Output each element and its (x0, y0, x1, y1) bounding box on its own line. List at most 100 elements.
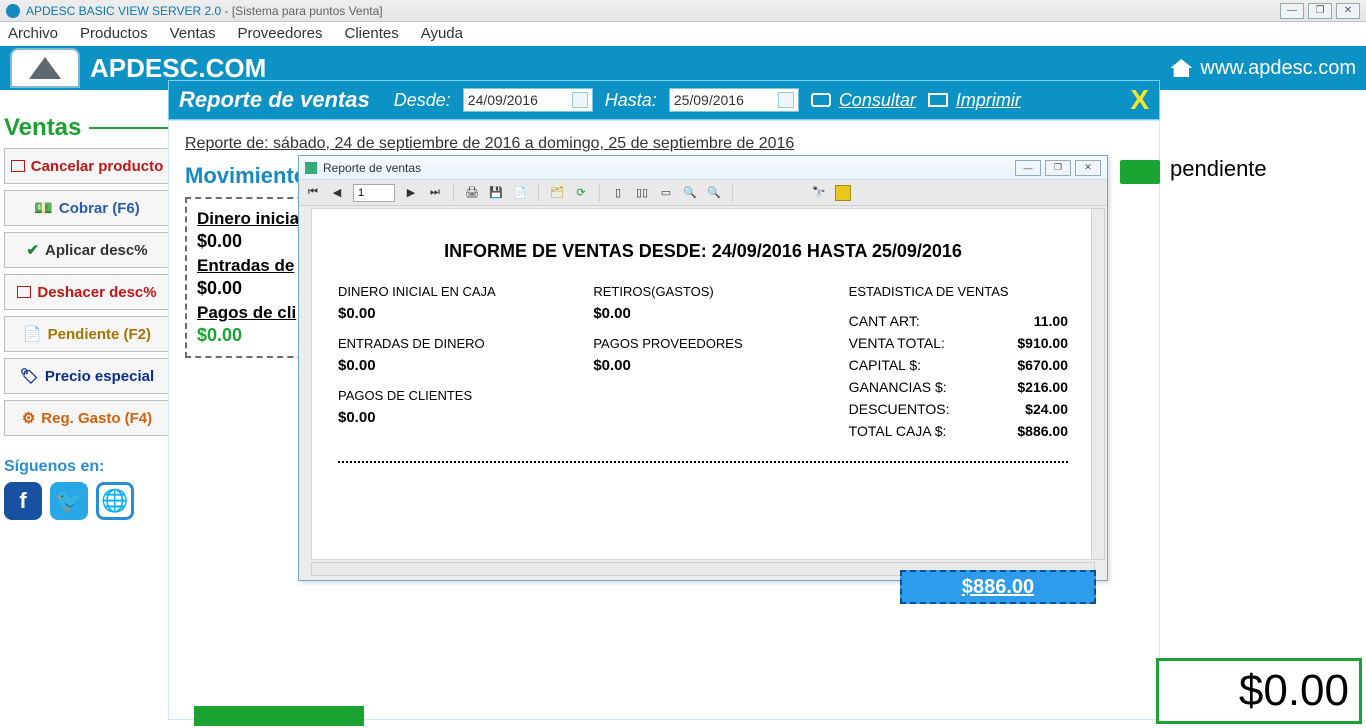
calendar-icon[interactable] (778, 92, 794, 108)
viewer-vertical-scrollbar[interactable] (1091, 208, 1105, 560)
stats-row-key: GANANCIAS $: (849, 379, 947, 395)
col3-title: ESTADISTICA DE VENTAS (849, 284, 1068, 299)
deshacer-desc-button[interactable]: Deshacer desc% (4, 274, 170, 310)
imprimir-link[interactable]: Imprimir (928, 90, 1021, 111)
printer-icon (928, 93, 948, 107)
stats-row-key: VENTA TOTAL: (849, 335, 945, 351)
col1-dinero-inicial-h: DINERO INICIAL EN CAJA (338, 284, 557, 299)
save-icon[interactable]: 💾 (488, 185, 504, 201)
stats-row: CANT ART:11.00 (849, 313, 1068, 329)
col1-dinero-inicial-v: $0.00 (338, 305, 557, 322)
ventas-title-text: Ventas (4, 114, 81, 142)
viewer-title-text: Reporte de ventas (323, 161, 421, 175)
report-title: Reporte de ventas (179, 87, 370, 113)
calendar-icon[interactable] (572, 92, 588, 108)
doc-title: INFORME DE VENTAS DESDE: 24/09/2016 HAST… (338, 241, 1068, 262)
binoculars-icon[interactable]: 🔭 (811, 185, 827, 201)
window-minimize-button[interactable]: — (1280, 3, 1304, 19)
stats-row-value: $24.00 (1025, 401, 1068, 417)
tree-icon[interactable]: 🗂 (549, 185, 565, 201)
app-icon (6, 4, 20, 18)
col1-entradas-v: $0.00 (338, 357, 557, 374)
menu-ventas[interactable]: Ventas (170, 25, 216, 42)
brand-text: APDESC.COM (90, 53, 266, 84)
print-icon[interactable]: 🖨 (464, 185, 480, 201)
consultar-link[interactable]: Consultar (811, 90, 916, 111)
page-width-icon[interactable]: ▭ (658, 185, 674, 201)
menu-proveedores[interactable]: Proveedores (237, 25, 322, 42)
col2-retiros-v: $0.00 (593, 305, 812, 322)
green-peek-bar (1120, 160, 1160, 184)
facebook-icon[interactable]: f (4, 482, 42, 520)
col1-pagos-cli-v: $0.00 (338, 409, 557, 426)
stats-row-key: CANT ART: (849, 313, 920, 329)
col2-pagos-prov-h: PAGOS PROVEEDORES (593, 336, 812, 351)
monitor-icon (811, 93, 831, 107)
zoom-in-icon[interactable]: 🔍 (706, 185, 722, 201)
col1-pagos-cli-h: PAGOS DE CLIENTES (338, 388, 557, 403)
stats-row-value: $910.00 (1017, 335, 1068, 351)
bottom-green-bar (194, 706, 364, 726)
pendiente-label: pendiente (1170, 156, 1267, 182)
viewer-close-button[interactable]: ✕ (1075, 160, 1101, 176)
stats-row: VENTA TOTAL: $910.00 (849, 335, 1068, 351)
window-maximize-button[interactable]: ❐ (1308, 3, 1332, 19)
col2-retiros-h: RETIROS(GASTOS) (593, 284, 812, 299)
cobrar-button[interactable]: 💵Cobrar (F6) (4, 190, 170, 226)
next-page-icon[interactable]: ▶ (403, 185, 419, 201)
col1-entradas-h: ENTRADAS DE DINERO (338, 336, 557, 351)
menu-archivo[interactable]: Archivo (8, 25, 58, 42)
stats-row-key: DESCUENTOS: (849, 401, 950, 417)
page-multi-icon[interactable]: ▯▯ (634, 185, 650, 201)
col2-pagos-prov-v: $0.00 (593, 357, 812, 374)
viewer-titlebar: Reporte de ventas — ❐ ✕ (299, 156, 1107, 180)
cancelar-producto-button[interactable]: Cancelar producto (4, 148, 170, 184)
twitter-icon[interactable]: 🐦 (50, 482, 88, 520)
last-page-icon[interactable]: ⏭ (427, 185, 443, 201)
window-title-suffix: - [Sistema para puntos Venta] (221, 4, 382, 18)
reg-gasto-button[interactable]: ⚙Reg. Gasto (F4) (4, 400, 170, 436)
window-title: APDESC BASIC VIEW SERVER 2.0 - [Sistema … (26, 4, 383, 18)
report-header-panel: Reporte de ventas Desde: 24/09/2016 Hast… (168, 80, 1160, 120)
menu-clientes[interactable]: Clientes (345, 25, 399, 42)
first-page-icon[interactable]: ⏮ (305, 185, 321, 201)
home-icon (1170, 59, 1192, 77)
social-row: f 🐦 🌐 (4, 482, 172, 520)
refresh-icon[interactable]: ⟳ (573, 185, 589, 201)
brand-site-link[interactable]: www.apdesc.com (1200, 57, 1356, 80)
dotted-divider (338, 461, 1068, 463)
page-single-icon[interactable]: ▯ (610, 185, 626, 201)
pendiente-button[interactable]: 📄Pendiente (F2) (4, 316, 170, 352)
viewer-document[interactable]: INFORME DE VENTAS DESDE: 24/09/2016 HAST… (311, 208, 1095, 560)
precio-especial-button[interactable]: 🏷Precio especial (4, 358, 170, 394)
ventas-title: Ventas (4, 114, 172, 142)
panel-close-button[interactable]: X (1130, 84, 1149, 116)
copy-icon[interactable]: 📄 (512, 185, 528, 201)
window-close-button[interactable]: ✕ (1336, 3, 1360, 19)
aplicar-desc-button[interactable]: ✔Aplicar desc% (4, 232, 170, 268)
hasta-date-input[interactable]: 25/09/2016 (669, 88, 799, 112)
follow-label: Síguenos en: (4, 458, 172, 476)
zoom-out-icon[interactable]: 🔍 (682, 185, 698, 201)
highlighted-total: $886.00 (900, 570, 1096, 604)
prev-page-icon[interactable]: ◀ (329, 185, 345, 201)
viewer-toolbar: ⏮ ◀ ▶ ⏭ 🖨 💾 📄 🗂 ⟳ ▯ ▯▯ ▭ 🔍 🔍 🔭 (299, 180, 1107, 206)
viewer-maximize-button[interactable]: ❐ (1045, 160, 1071, 176)
desde-date-input[interactable]: 24/09/2016 (463, 88, 593, 112)
report-caption: Reporte de: sábado, 24 de septiembre de … (185, 135, 1147, 153)
viewer-minimize-button[interactable]: — (1015, 160, 1041, 176)
exit-icon[interactable] (835, 185, 851, 201)
window-title-prefix: APDESC BASIC VIEW SERVER 2.0 (26, 4, 221, 18)
viewer-app-icon (305, 162, 317, 174)
stats-row-value: $670.00 (1017, 357, 1068, 373)
stats-row-value: $886.00 (1017, 423, 1068, 439)
desde-label: Desde: (394, 90, 451, 111)
menubar: Archivo Productos Ventas Proveedores Cli… (0, 22, 1366, 46)
page-number-input[interactable] (353, 184, 395, 202)
globe-icon[interactable]: 🌐 (96, 482, 134, 520)
menu-productos[interactable]: Productos (80, 25, 148, 42)
stats-row: DESCUENTOS: $24.00 (849, 401, 1068, 417)
menu-ayuda[interactable]: Ayuda (421, 25, 463, 42)
report-viewer-window: Reporte de ventas — ❐ ✕ ⏮ ◀ ▶ ⏭ 🖨 💾 📄 🗂 … (298, 155, 1108, 581)
stats-row: TOTAL CAJA $:$886.00 (849, 423, 1068, 439)
